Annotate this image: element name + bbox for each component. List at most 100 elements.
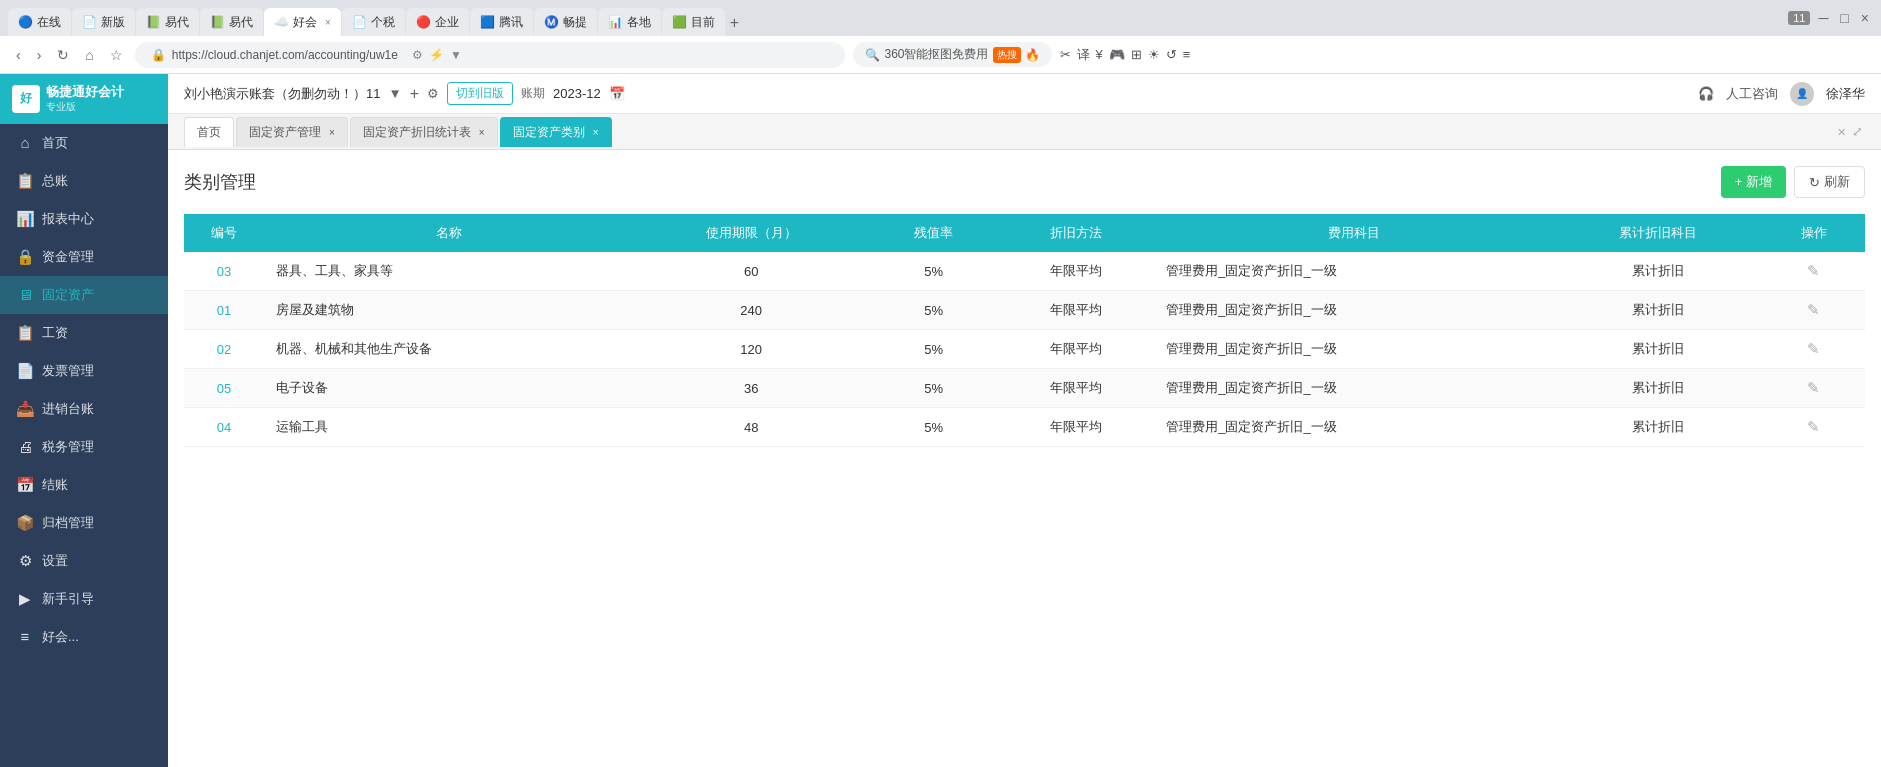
cell-action[interactable]: ✎	[1762, 369, 1865, 408]
account-name: 刘小艳演示账套（勿删勿动！）11	[184, 85, 380, 103]
back-button[interactable]: ‹	[12, 43, 25, 67]
sidebar-item-home[interactable]: ⌂ 首页	[0, 124, 168, 162]
browser-tab-gedi[interactable]: 📊 各地	[598, 8, 661, 36]
browser-tab-enterprise[interactable]: 🔴 企业	[406, 8, 469, 36]
home-button[interactable]: ⌂	[81, 43, 97, 67]
browser-tab-changtui[interactable]: Ⓜ️ 畅提	[534, 8, 597, 36]
browser-tab-haohui[interactable]: ☁️ 好会 ×	[264, 8, 341, 36]
search-icon: 🔍	[865, 48, 880, 62]
new-tab-button[interactable]: +	[726, 10, 743, 36]
expand-button[interactable]: ▼	[388, 86, 401, 101]
cell-name: 器具、工具、家具等	[264, 252, 633, 291]
browser-tab-muqian[interactable]: 🟩 目前	[662, 8, 725, 36]
cell-period: 240	[633, 291, 869, 330]
scissors-icon[interactable]: ✂	[1060, 47, 1071, 62]
sidebar-item-more[interactable]: ≡ 好会...	[0, 618, 168, 656]
search-label: 360智能抠图免费用	[884, 46, 988, 63]
browser-tab-yidai-2[interactable]: 📗 易代	[200, 8, 263, 36]
grid-icon[interactable]: ⊞	[1131, 47, 1142, 62]
reload-button[interactable]: ↻	[53, 43, 73, 67]
browser-tab-new[interactable]: 📄 新版	[72, 8, 135, 36]
page-tab-bar: 首页 固定资产管理 × 固定资产折旧统计表 × 固定资产类别 × × ⤢	[168, 114, 1881, 150]
sidebar-item-label-more: 好会...	[42, 628, 79, 646]
sidebar-item-reports[interactable]: 📊 报表中心	[0, 200, 168, 238]
switch-version-button[interactable]: 切到旧版	[447, 82, 513, 105]
browser-tab-list: 🔵 在线 📄 新版 📗 易代 📗 易代 ☁️ 好会 × 📄 个税 🔴 企业	[8, 0, 743, 36]
chevron-down-icon[interactable]: ▼	[450, 48, 462, 62]
tax-icon: 🖨	[16, 438, 34, 455]
browser-tab-tax[interactable]: 📄 个税	[342, 8, 405, 36]
sidebar-item-guide[interactable]: ▶ 新手引导	[0, 580, 168, 618]
forward-button[interactable]: ›	[33, 43, 46, 67]
sidebar-item-ledger[interactable]: 📋 总账	[0, 162, 168, 200]
header-right: 🎧 人工咨询 👤 徐泽华	[1698, 82, 1865, 106]
content-maximize-button[interactable]: ⤢	[1850, 122, 1865, 141]
browser-tab-tencent[interactable]: 🟦 腾讯	[470, 8, 533, 36]
refresh-button[interactable]: ↻ 刷新	[1794, 166, 1865, 198]
cell-residual: 5%	[869, 369, 998, 408]
service-label[interactable]: 人工咨询	[1726, 85, 1778, 103]
cell-action[interactable]: ✎	[1762, 252, 1865, 291]
col-expense: 费用科目	[1154, 214, 1553, 252]
sidebar-item-archive[interactable]: 📦 归档管理	[0, 504, 168, 542]
browser-menu-button[interactable]: ≡	[1183, 47, 1191, 62]
search-box[interactable]: 🔍 360智能抠图免费用 热搜 🔥	[853, 42, 1051, 67]
settings-button[interactable]: ⚙	[427, 86, 439, 101]
tab-fixed-asset-mgmt[interactable]: 固定资产管理 ×	[236, 117, 348, 147]
add-period-button[interactable]: +	[410, 85, 419, 103]
close-window-button[interactable]: ×	[1857, 6, 1873, 30]
archive-icon: 📦	[16, 514, 34, 532]
sidebar-item-purchase-sales[interactable]: 📥 进销台账	[0, 390, 168, 428]
cell-residual: 5%	[869, 408, 998, 447]
tab-fixed-asset-category[interactable]: 固定资产类别 ×	[500, 117, 612, 147]
tab-fixed-asset-category-close[interactable]: ×	[593, 127, 599, 138]
address-input[interactable]: 🔒 https://cloud.chanjet.com/accounting/u…	[135, 42, 846, 68]
tab-fixed-asset-mgmt-close[interactable]: ×	[329, 127, 335, 138]
currency-icon[interactable]: ¥	[1096, 47, 1103, 62]
address-bar: ‹ › ↻ ⌂ ☆ 🔒 https://cloud.chanjet.com/ac…	[0, 36, 1881, 74]
refresh-icon: ↻	[1809, 175, 1820, 190]
content-close-button[interactable]: ×	[1835, 121, 1848, 142]
sidebar-item-checkout[interactable]: 📅 结账	[0, 466, 168, 504]
browser-tab-yidai-1[interactable]: 📗 易代	[136, 8, 199, 36]
sidebar-item-payroll[interactable]: 📋 工资	[0, 314, 168, 352]
tab-label-9: 畅提	[563, 14, 587, 31]
sidebar-item-invoice[interactable]: 📄 发票管理	[0, 352, 168, 390]
browser-menu-icon[interactable]: ⚙	[412, 48, 423, 62]
translate-icon[interactable]: 译	[1077, 46, 1090, 64]
tab-fixed-asset-depreciation-close[interactable]: ×	[479, 127, 485, 138]
cell-accumulated: 累计折旧	[1553, 408, 1762, 447]
sidebar-item-settings[interactable]: ⚙ 设置	[0, 542, 168, 580]
cell-action[interactable]: ✎	[1762, 291, 1865, 330]
cell-expense: 管理费用_固定资产折旧_一级	[1154, 369, 1553, 408]
sidebar-item-label-checkout: 结账	[42, 476, 68, 494]
logo-icon: 好	[12, 85, 40, 113]
browser-tab-close-5[interactable]: ×	[325, 17, 331, 28]
bookmark-button[interactable]: ☆	[106, 43, 127, 67]
cell-action[interactable]: ✎	[1762, 408, 1865, 447]
browser-tab-online[interactable]: 🔵 在线	[8, 8, 71, 36]
cell-action[interactable]: ✎	[1762, 330, 1865, 369]
sidebar-item-tax[interactable]: 🖨 税务管理	[0, 428, 168, 466]
tab-favicon-7: 🔴	[416, 15, 431, 29]
tab-label-11: 目前	[691, 14, 715, 31]
table-row: 04运输工具485%年限平均管理费用_固定资产折旧_一级累计折旧✎	[184, 408, 1865, 447]
tab-fixed-asset-depreciation[interactable]: 固定资产折旧统计表 ×	[350, 117, 498, 147]
tab-fixed-asset-category-label: 固定资产类别	[513, 124, 585, 141]
cell-method: 年限平均	[998, 408, 1154, 447]
tab-home[interactable]: 首页	[184, 117, 234, 147]
maximize-button[interactable]: □	[1836, 6, 1852, 30]
game-icon[interactable]: 🎮	[1109, 47, 1125, 62]
cell-method: 年限平均	[998, 291, 1154, 330]
sidebar-item-label-ledger: 总账	[42, 172, 68, 190]
minimize-button[interactable]: ─	[1814, 6, 1832, 30]
sun-icon[interactable]: ☀	[1148, 47, 1160, 62]
cell-name: 电子设备	[264, 369, 633, 408]
sidebar-item-funds[interactable]: 🔒 资金管理	[0, 238, 168, 276]
add-button[interactable]: + 新增	[1721, 166, 1786, 198]
cell-name: 房屋及建筑物	[264, 291, 633, 330]
sidebar-item-fixed-assets[interactable]: 🖥 固定资产	[0, 276, 168, 314]
undo-icon[interactable]: ↺	[1166, 47, 1177, 62]
calendar-icon[interactable]: 📅	[609, 86, 625, 101]
browser-chrome: 🔵 在线 📄 新版 📗 易代 📗 易代 ☁️ 好会 × 📄 个税 🔴 企业	[0, 0, 1881, 36]
